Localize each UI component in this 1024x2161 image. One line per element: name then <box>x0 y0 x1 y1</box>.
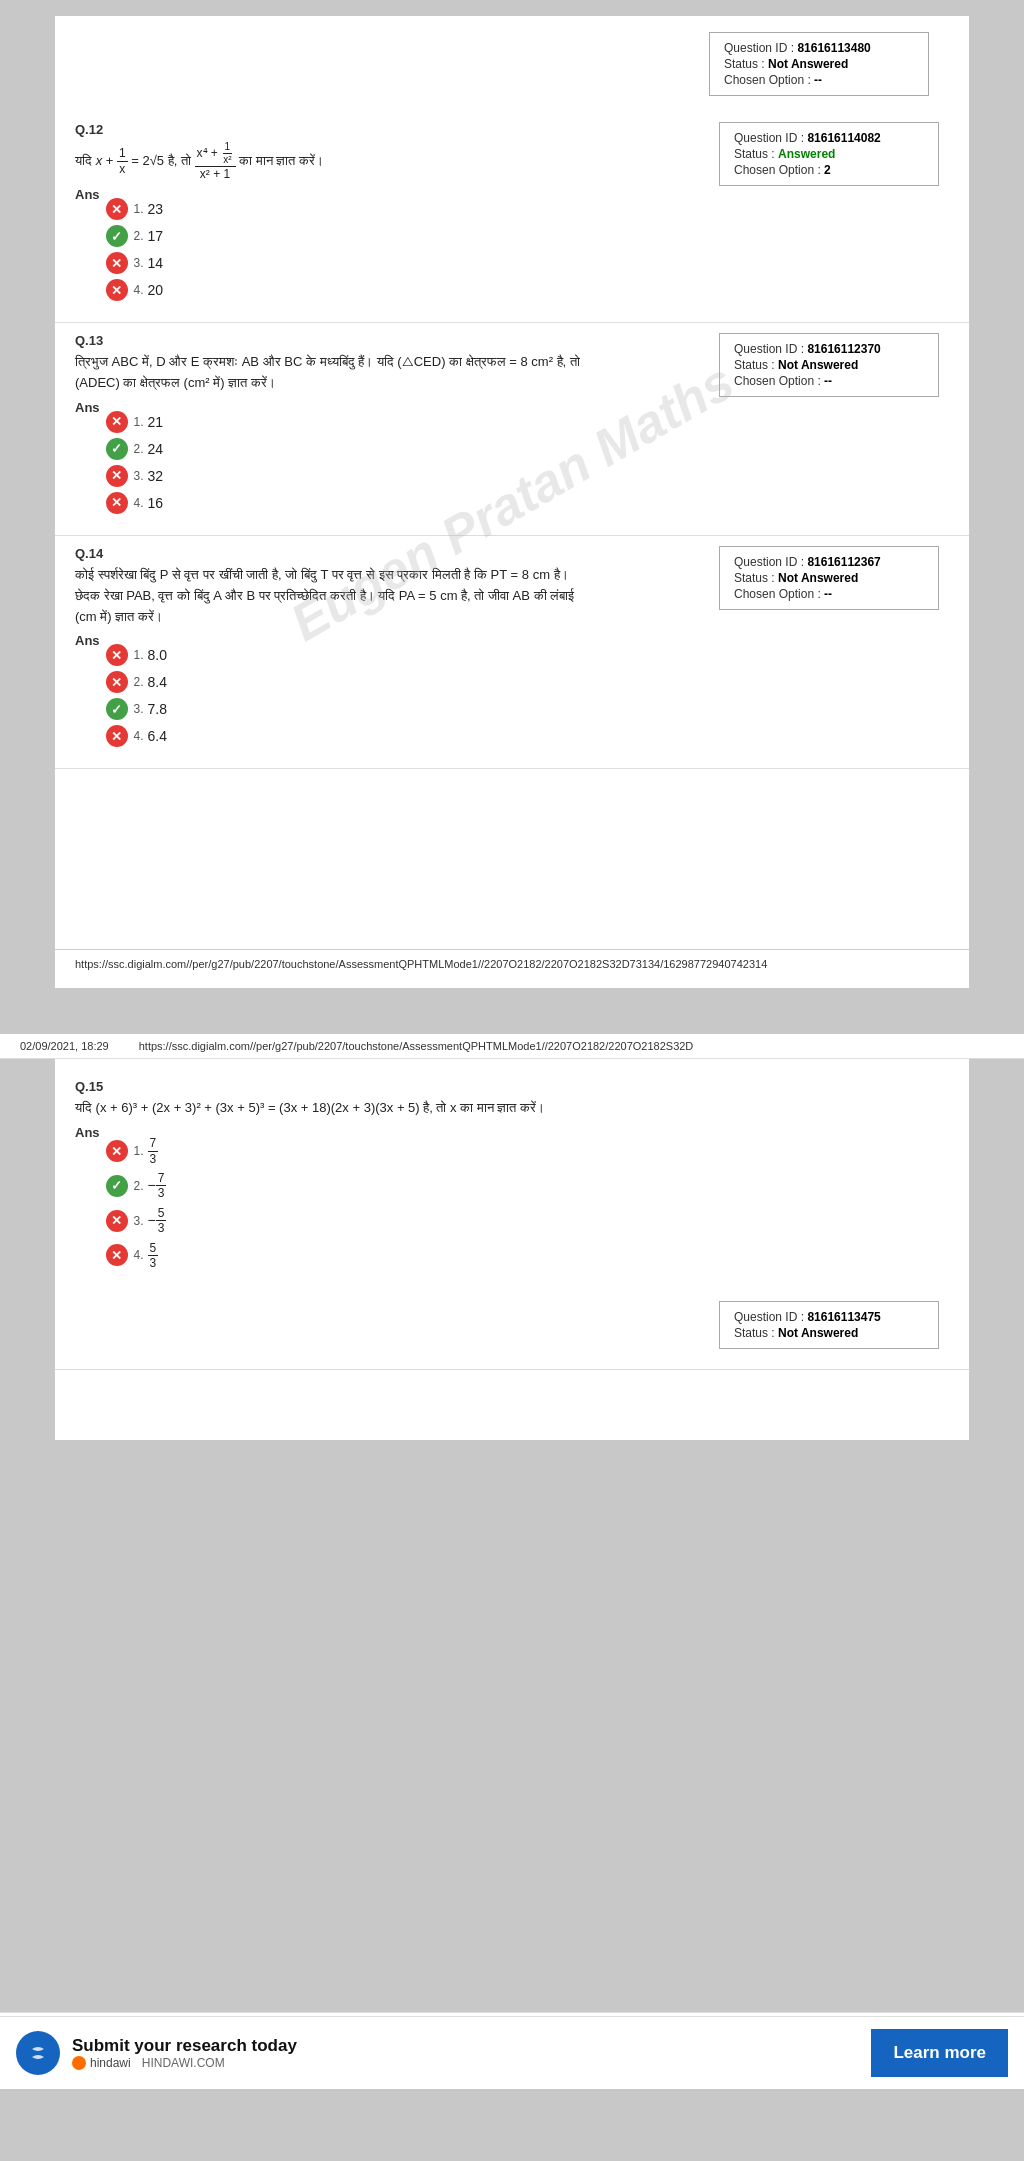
hindawi-logo-icon <box>24 2039 52 2067</box>
list-item: ✓ 2. 17 <box>106 225 164 247</box>
correct-icon: ✓ <box>106 698 128 720</box>
page2-url: https://ssc.digialm.com//per/g27/pub/220… <box>139 1040 694 1052</box>
wrong-icon: ✕ <box>106 671 128 693</box>
list-item: ✕ 2. 8.4 <box>106 671 167 693</box>
wrong-icon: ✕ <box>106 198 128 220</box>
list-item: ✕ 1. 8.0 <box>106 644 167 666</box>
wrong-icon: ✕ <box>106 492 128 514</box>
list-item: ✕ 1. 73 <box>106 1136 167 1166</box>
list-item: ✓ 3. 7.8 <box>106 698 167 720</box>
ad-title: Submit your research today <box>72 2036 859 2056</box>
list-item: ✕ 4. 53 <box>106 1241 167 1271</box>
ad-text-area: Submit your research today hindawi HINDA… <box>72 2036 859 2070</box>
bottom-space <box>55 1370 969 1430</box>
question-q15: Q.15 यदि (x + 6)³ + (2x + 3)² + (3x + 5)… <box>55 1069 969 1370</box>
q13-info-box: Question ID : 81616112370 Status : Not A… <box>719 333 939 397</box>
svg-point-0 <box>26 2041 50 2065</box>
wrong-icon: ✕ <box>106 1140 128 1162</box>
q12-options: ✕ 1. 23 ✓ 2. 17 ✕ 3. 14 ✕ <box>106 193 164 306</box>
question-q12: Question ID : 81616114082 Status : Answe… <box>55 112 969 323</box>
list-item: ✕ 4. 6.4 <box>106 725 167 747</box>
wrong-icon: ✕ <box>106 465 128 487</box>
q15-number: Q.15 <box>75 1079 949 1094</box>
ad-banner: Submit your research today hindawi HINDA… <box>0 2016 1024 2089</box>
learn-more-button[interactable]: Learn more <box>871 2029 1008 2077</box>
list-item: ✕ 1. 23 <box>106 198 164 220</box>
wrong-icon: ✕ <box>106 252 128 274</box>
top-qid-value: 81616113480 <box>797 41 870 55</box>
q15-options: ✕ 1. 73 ✓ 2. −73 ✕ <box>106 1131 167 1275</box>
ad-brand-url: HINDAWI.COM <box>142 2056 225 2070</box>
page2-date: 02/09/2021, 18:29 <box>20 1040 109 1052</box>
correct-icon: ✓ <box>106 225 128 247</box>
wrong-icon: ✕ <box>106 644 128 666</box>
list-item: ✕ 3. 32 <box>106 465 164 487</box>
top-chosen-label: Chosen Option : <box>724 73 811 87</box>
page2-header: 02/09/2021, 18:29 https://ssc.digialm.co… <box>0 1034 1024 1059</box>
q14-info-box: Question ID : 81616112367 Status : Not A… <box>719 546 939 610</box>
top-status-value: Not Answered <box>768 57 848 71</box>
q15-info-box: Question ID : 81616113475 Status : Not A… <box>719 1301 939 1349</box>
list-item: ✓ 2. 24 <box>106 438 164 460</box>
q15-text: यदि (x + 6)³ + (2x + 3)² + (3x + 5)³ = (… <box>75 1098 949 1119</box>
brand-icon <box>72 2056 86 2070</box>
list-item: ✓ 2. −73 <box>106 1171 167 1201</box>
q14-options: ✕ 1. 8.0 ✕ 2. 8.4 ✓ 3. 7.8 <box>106 639 167 752</box>
q12-info-box: Question ID : 81616114082 Status : Answe… <box>719 122 939 186</box>
ad-logo <box>16 2031 60 2075</box>
list-item: ✕ 3. −53 <box>106 1206 167 1236</box>
question-q14: Question ID : 81616112367 Status : Not A… <box>55 536 969 769</box>
q15-ans-label: Ans <box>75 1125 100 1281</box>
wrong-icon: ✕ <box>106 1210 128 1232</box>
correct-icon: ✓ <box>106 1175 128 1197</box>
top-chosen-value: -- <box>814 73 822 87</box>
wrong-icon: ✕ <box>106 1244 128 1266</box>
question-q13: Question ID : 81616112370 Status : Not A… <box>55 323 969 536</box>
page1-url: https://ssc.digialm.com//per/g27/pub/220… <box>55 949 969 978</box>
q13-ans-label: Ans <box>75 400 100 525</box>
list-item: ✕ 3. 14 <box>106 252 164 274</box>
q14-ans-label: Ans <box>75 633 100 758</box>
empty-space <box>55 769 969 949</box>
wrong-icon: ✕ <box>106 279 128 301</box>
ad-brand-name: hindawi <box>90 2056 131 2070</box>
page-gap <box>0 996 1024 1026</box>
wrong-icon: ✕ <box>106 411 128 433</box>
q12-ans-label: Ans <box>75 187 100 312</box>
wrong-icon: ✕ <box>106 725 128 747</box>
q13-options: ✕ 1. 21 ✓ 2. 24 ✕ 3. 32 ✕ <box>106 406 164 519</box>
list-item: ✕ 1. 21 <box>106 411 164 433</box>
ad-brand: hindawi HINDAWI.COM <box>72 2056 859 2070</box>
top-status-label: Status : <box>724 57 765 71</box>
top-qid-label: Question ID : <box>724 41 794 55</box>
list-item: ✕ 4. 16 <box>106 492 164 514</box>
page2-content: Q.15 यदि (x + 6)³ + (2x + 3)² + (3x + 5)… <box>55 1059 969 1440</box>
correct-icon: ✓ <box>106 438 128 460</box>
list-item: ✕ 4. 20 <box>106 279 164 301</box>
top-question-info: Question ID : 81616113480 Status : Not A… <box>709 32 929 96</box>
